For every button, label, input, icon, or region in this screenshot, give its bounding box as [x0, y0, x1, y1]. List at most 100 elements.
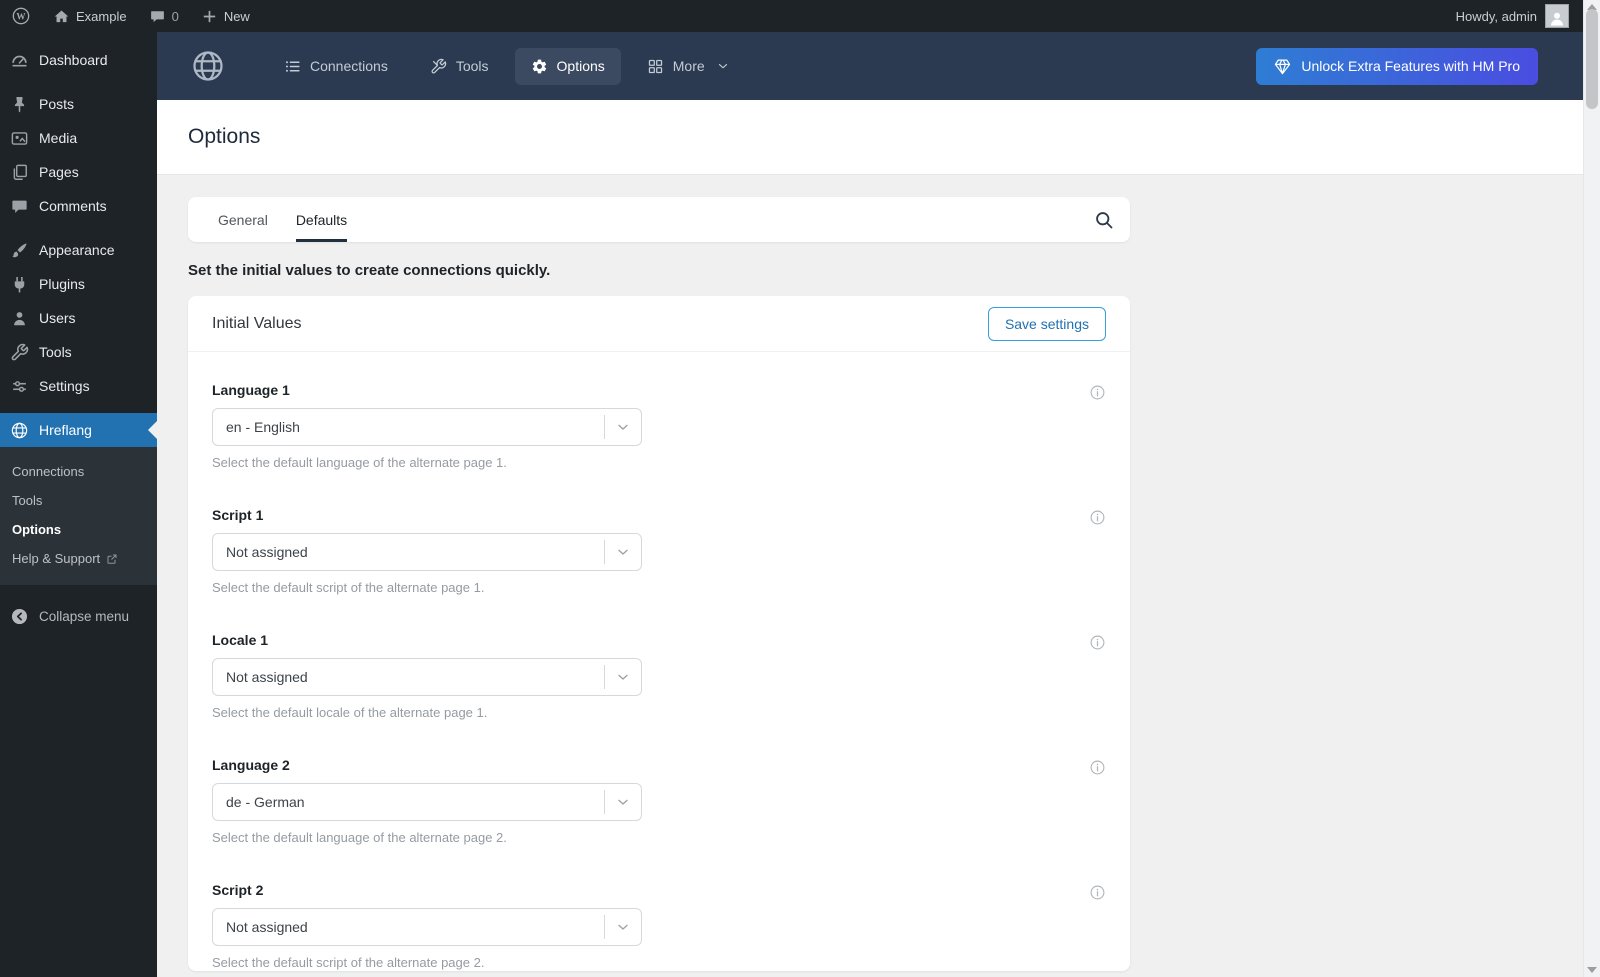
sidebar-item-dashboard[interactable]: Dashboard: [0, 43, 157, 77]
sidebar-item-media[interactable]: Media: [0, 121, 157, 155]
field-language-2: Language 2 de - German Select the defaul…: [212, 757, 1106, 846]
pages-icon: [10, 163, 29, 182]
gem-icon: [1274, 58, 1291, 75]
sidebar-item-comments[interactable]: Comments: [0, 189, 157, 223]
chevron-down-icon: [605, 419, 641, 435]
howdy-text: Howdy, admin: [1455, 8, 1537, 24]
submenu-item-help-support[interactable]: Help & Support: [0, 544, 157, 573]
submenu-item-connections[interactable]: Connections: [0, 457, 157, 486]
unlock-pro-button[interactable]: Unlock Extra Features with HM Pro: [1256, 47, 1538, 85]
collapse-menu-button[interactable]: Collapse menu: [0, 599, 157, 633]
account-menu[interactable]: Howdy, admin: [1450, 0, 1575, 32]
comments-count: 0: [171, 8, 179, 24]
tools-icon: [430, 58, 447, 75]
tab-general[interactable]: General: [218, 197, 268, 242]
admin-sidebar: Dashboard Posts Media Pages Comments App…: [0, 32, 157, 977]
field-script-2: Script 2 Not assigned Select the default…: [212, 882, 1106, 971]
field-label: Script 1: [212, 507, 264, 523]
sidebar-item-hreflang[interactable]: Hreflang: [0, 413, 157, 447]
field-help: Select the default language of the alter…: [212, 830, 507, 845]
plug-icon: [10, 275, 29, 294]
collapse-arrow-icon: [10, 607, 29, 626]
nav-connections[interactable]: Connections: [268, 48, 404, 85]
comment-icon: [149, 8, 166, 25]
sidebar-item-settings[interactable]: Settings: [0, 369, 157, 403]
info-icon[interactable]: [1089, 634, 1106, 651]
info-icon[interactable]: [1089, 384, 1106, 401]
chevron-down-icon: [605, 669, 641, 685]
field-help: Select the default script of the alterna…: [212, 955, 485, 970]
card-header: Initial Values Save settings: [188, 296, 1130, 352]
submenu-item-tools[interactable]: Tools: [0, 486, 157, 515]
sidebar-item-posts[interactable]: Posts: [0, 87, 157, 121]
nav-options[interactable]: Options: [514, 47, 621, 85]
locale-1-select[interactable]: Not assigned: [212, 658, 642, 696]
save-settings-button[interactable]: Save settings: [987, 306, 1106, 341]
site-name: Example: [76, 8, 127, 24]
wordpress-logo-menu[interactable]: [0, 0, 42, 32]
nav-tools[interactable]: Tools: [414, 48, 505, 85]
field-help: Select the default language of the alter…: [212, 455, 507, 470]
plus-icon: [201, 8, 218, 25]
menu-separator: [0, 403, 157, 413]
new-label: New: [223, 8, 250, 24]
comments-link[interactable]: 0: [138, 0, 190, 32]
scrollbar-down-arrow[interactable]: [1587, 967, 1597, 973]
info-icon[interactable]: [1089, 759, 1106, 776]
field-label: Language 2: [212, 757, 290, 773]
globe-icon: [10, 421, 29, 440]
menu-separator: [0, 223, 157, 233]
grid-icon: [647, 58, 664, 75]
tab-defaults[interactable]: Defaults: [295, 197, 348, 242]
language-1-select[interactable]: en - English: [212, 408, 642, 446]
sidebar-item-plugins[interactable]: Plugins: [0, 267, 157, 301]
comment-icon: [10, 197, 29, 216]
search-icon[interactable]: [1094, 210, 1114, 230]
field-locale-1: Locale 1 Not assigned Select the default…: [212, 632, 1106, 721]
script-1-select[interactable]: Not assigned: [212, 533, 642, 571]
card-title: Initial Values: [212, 314, 302, 332]
card-body: Language 1 en - English Select the defau…: [188, 352, 1130, 971]
sliders-icon: [10, 377, 29, 396]
plugin-globe-logo-icon[interactable]: [190, 48, 226, 84]
info-icon[interactable]: [1089, 509, 1106, 526]
field-label: Script 2: [212, 882, 264, 898]
home-icon: [53, 8, 70, 25]
admin-bar: Example 0 New Howdy, admin: [0, 0, 1583, 32]
title-bar: Options: [157, 100, 1583, 175]
scrollbar-thumb[interactable]: [1586, 9, 1598, 109]
submenu-item-options[interactable]: Options: [0, 515, 157, 544]
script-2-select[interactable]: Not assigned: [212, 908, 642, 946]
nav-more[interactable]: More: [631, 48, 746, 85]
content-area: General Defaults Set the initial values …: [157, 175, 1583, 977]
site-name-link[interactable]: Example: [42, 0, 138, 32]
info-icon[interactable]: [1089, 884, 1106, 901]
avatar: [1545, 4, 1569, 28]
section-intro: Set the initial values to create connect…: [188, 262, 551, 279]
external-link-icon: [106, 553, 118, 565]
wordpress-logo-icon: [11, 6, 31, 26]
sidebar-item-pages[interactable]: Pages: [0, 155, 157, 189]
plugin-nav: Connections Tools Options More: [268, 47, 746, 85]
main-area: Connections Tools Options More Unlock Ex…: [157, 32, 1583, 977]
new-content-menu[interactable]: New: [190, 0, 261, 32]
field-label: Locale 1: [212, 632, 269, 648]
plugin-header: Connections Tools Options More Unlock Ex…: [157, 32, 1583, 100]
user-icon: [10, 309, 29, 328]
sidebar-item-tools[interactable]: Tools: [0, 335, 157, 369]
initial-values-card: Initial Values Save settings Language 1 …: [188, 296, 1130, 971]
sidebar-item-appearance[interactable]: Appearance: [0, 233, 157, 267]
person-icon: [1548, 9, 1566, 27]
wrench-icon: [10, 343, 29, 362]
media-icon: [10, 129, 29, 148]
dashboard-icon: [10, 51, 29, 70]
pin-icon: [10, 95, 29, 114]
page-title: Options: [188, 125, 261, 148]
gear-icon: [531, 58, 548, 75]
chevron-down-icon: [605, 794, 641, 810]
sidebar-item-users[interactable]: Users: [0, 301, 157, 335]
chevron-down-icon: [605, 919, 641, 935]
field-script-1: Script 1 Not assigned Select the default…: [212, 507, 1106, 596]
window-scrollbar[interactable]: [1583, 0, 1600, 977]
language-2-select[interactable]: de - German: [212, 783, 642, 821]
